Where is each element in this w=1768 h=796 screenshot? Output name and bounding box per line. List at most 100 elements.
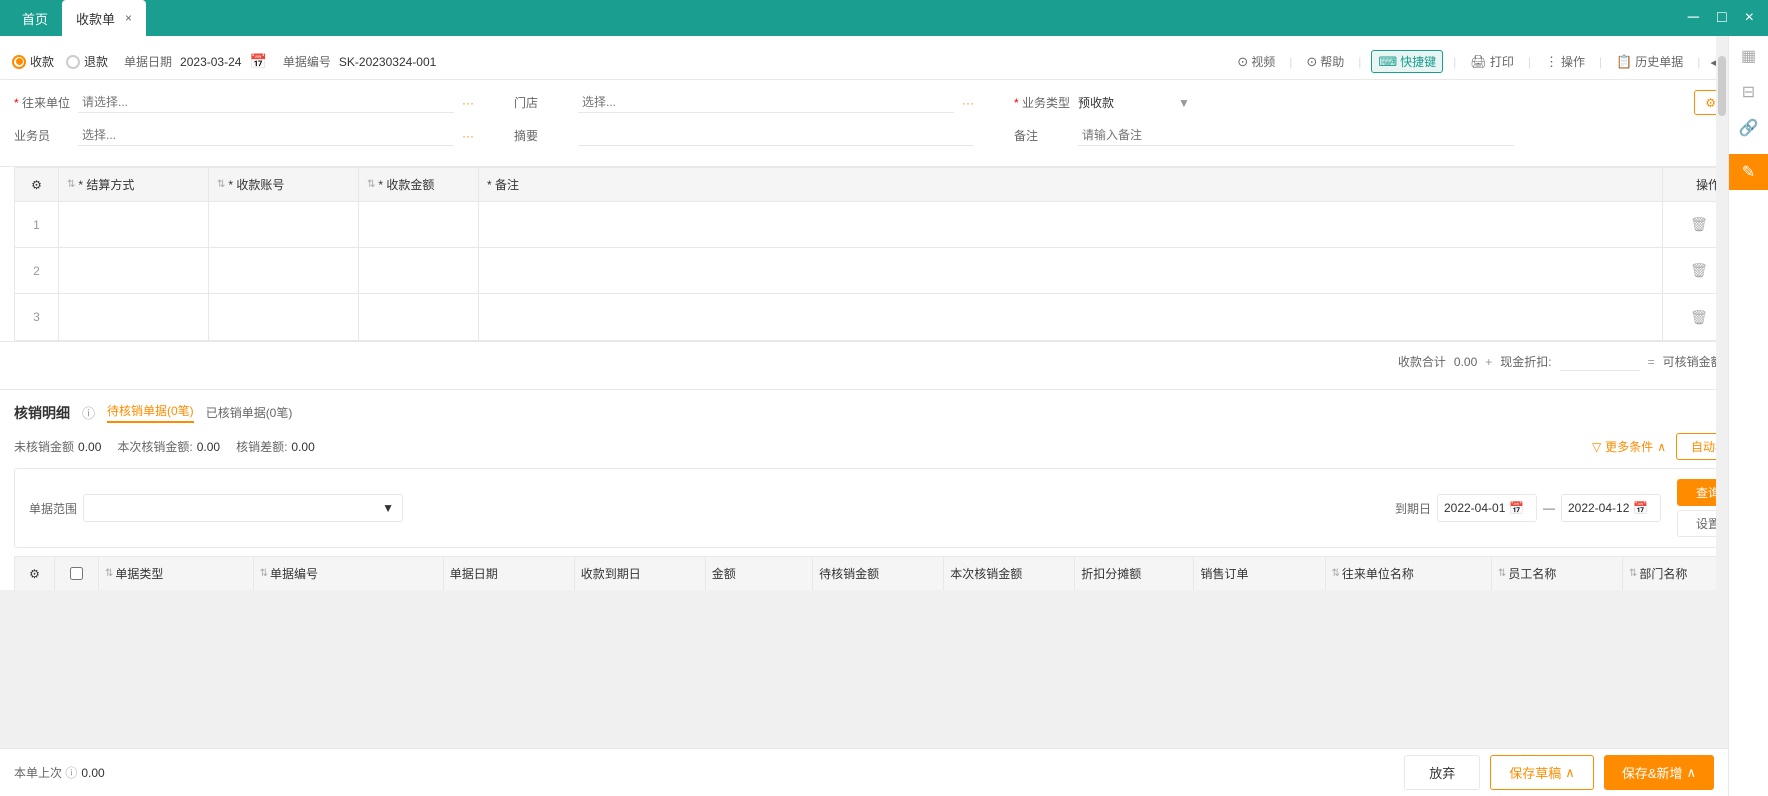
delete-icon-2[interactable]: 🗑 (1690, 262, 1708, 279)
help-icon: ⊙ (1306, 54, 1317, 70)
staff-more-icon[interactable]: ··· (462, 129, 474, 143)
filter-icon: ▽ (1592, 440, 1601, 454)
td-amount-1[interactable] (359, 202, 479, 247)
video-btn[interactable]: ⊙ 视频 (1233, 51, 1279, 72)
due-label: 到期日 (1395, 500, 1431, 517)
td-settle-1[interactable] (59, 202, 209, 247)
history-btn[interactable]: 📋 历史单据 (1612, 51, 1687, 72)
diff-label: 核销差额: (236, 438, 287, 455)
print-icon: 🖨 (1470, 54, 1487, 70)
filter-row: 单据范围 ▼ 到期日 2022-04-01 📅 — 2022-04-12 📅 (14, 468, 1754, 548)
biz-type-arrow-icon[interactable]: ▼ (1178, 96, 1190, 110)
operation-btn[interactable]: ⋮ 操作 (1541, 51, 1589, 72)
partner-label: * 往来单位 (14, 94, 74, 111)
refund-radio-dot (66, 55, 80, 69)
vth-check[interactable] (55, 557, 99, 590)
doc-date-info: 单据日期 2023-03-24 📅 (124, 53, 267, 70)
print-btn[interactable]: 🖨 打印 (1466, 51, 1518, 72)
discount-input[interactable] (1560, 352, 1640, 371)
toolbar-right-actions: ⊙ 视频 | ⊙ 帮助 | ⌨ 快捷键 | 🖨 打印 | ⋮ 操作 (1233, 50, 1756, 73)
remark-field: 备注 (1014, 125, 1514, 146)
sidebar-edit-icon[interactable]: ✎ (1729, 154, 1768, 190)
verif-title: 核销明细 (14, 403, 70, 423)
window-close-button[interactable]: × (1739, 9, 1760, 27)
doc-num-value: SK-20230324-001 (339, 55, 436, 69)
summary-input[interactable] (578, 125, 974, 146)
td-settle-3[interactable] (59, 294, 209, 340)
th-settings[interactable]: ⚙ (15, 168, 59, 201)
verif-done-tab[interactable]: 已核销单据(0笔) (206, 404, 293, 421)
table-row: 2 🗑 ⧉ (15, 248, 1753, 294)
save-arrow-icon: ∧ (1686, 765, 1696, 781)
draft-btn[interactable]: 保存草稿 ∧ (1490, 755, 1594, 790)
shop-field: 门店 ··· (514, 92, 974, 113)
form-row-1: * 往来单位 ··· 门店 ··· * 业务类型 预收款 ▼ ⚙ 设置 (14, 90, 1754, 115)
scroll-thumb[interactable] (1718, 56, 1726, 116)
maximize-button[interactable]: □ (1711, 9, 1733, 27)
due-date-filter: 到期日 2022-04-01 📅 — 2022-04-12 📅 (1395, 494, 1661, 522)
td-num-1: 1 (15, 202, 59, 247)
refund-radio[interactable]: 退款 (66, 53, 108, 70)
right-sidebar: ▦ ⊟ 🔗 ✎ (1728, 36, 1768, 796)
receipt-radio-label: 收款 (30, 53, 54, 70)
td-account-3[interactable] (209, 294, 359, 340)
shop-input[interactable] (578, 92, 954, 113)
th-amount: ⇅ * 收款金额 (359, 168, 479, 201)
table-row: 1 🗑 ⧉ (15, 202, 1753, 248)
td-account-2[interactable] (209, 248, 359, 293)
abandon-btn[interactable]: 放弃 (1404, 755, 1480, 790)
td-account-1[interactable] (209, 202, 359, 247)
delete-icon-1[interactable]: 🗑 (1690, 216, 1708, 233)
partner-field: * 往来单位 ··· (14, 92, 474, 113)
verif-info-icon[interactable]: ⓘ (82, 403, 95, 422)
td-remark-1[interactable] (479, 202, 1663, 247)
due-end-input[interactable]: 2022-04-12 📅 (1561, 494, 1661, 522)
plus-sign: + (1485, 355, 1492, 369)
td-amount-3[interactable] (359, 294, 479, 340)
vth-settings[interactable]: ⚙ (15, 557, 55, 590)
biz-type-value: 预收款 (1078, 94, 1114, 111)
partner-input[interactable] (78, 92, 454, 113)
vth-thistime: 本次核销金额 (944, 557, 1075, 590)
help-btn[interactable]: ⊙ 帮助 (1302, 51, 1348, 72)
more-conditions-btn[interactable]: ▽ 更多条件 ∧ (1592, 438, 1666, 455)
prev-val: 0.00 (81, 766, 104, 780)
doc-num-info: 单据编号 SK-20230324-001 (283, 53, 436, 70)
due-start-input[interactable]: 2022-04-01 📅 (1437, 494, 1537, 522)
td-amount-2[interactable] (359, 248, 479, 293)
td-remark-2[interactable] (479, 248, 1663, 293)
partner-more-icon[interactable]: ··· (462, 96, 474, 110)
biz-type-field: * 业务类型 预收款 ▼ (1014, 94, 1414, 111)
sidebar-link-icon[interactable]: 🔗 (1739, 118, 1759, 138)
th-account: ⇅ * 收款账号 (209, 168, 359, 201)
this-time-val: 0.00 (197, 440, 220, 454)
history-icon: 📋 (1616, 54, 1632, 70)
save-new-btn[interactable]: 保存&新增 ∧ (1604, 755, 1714, 790)
calendar-icon[interactable]: 📅 (249, 53, 266, 70)
select-all-checkbox[interactable] (70, 567, 83, 580)
scrollbar[interactable] (1716, 36, 1728, 748)
tab-close-icon[interactable]: × (125, 11, 132, 25)
tab-receipt[interactable]: 收款单 × (62, 0, 146, 36)
shop-more-icon[interactable]: ··· (962, 96, 974, 110)
form-area: * 往来单位 ··· 门店 ··· * 业务类型 预收款 ▼ ⚙ 设置 (0, 80, 1768, 167)
doc-num-label: 单据编号 (283, 53, 331, 70)
summary-row: 收款合计 0.00 + 现金折扣: = 可核销金额 0.00 (0, 341, 1768, 381)
td-remark-3[interactable] (479, 294, 1663, 340)
tab-home-label: 首页 (22, 9, 48, 28)
sidebar-data-icon[interactable]: ⊟ (1742, 82, 1755, 102)
shortcut-btn[interactable]: ⌨ 快捷键 (1371, 50, 1443, 73)
minimize-button[interactable]: ─ (1682, 9, 1705, 27)
td-settle-2[interactable] (59, 248, 209, 293)
remark-input[interactable] (1078, 125, 1514, 146)
result-label: 可核销金额 (1663, 353, 1723, 370)
sidebar-table-icon[interactable]: ▦ (1741, 46, 1756, 66)
verif-pending-tab[interactable]: 待核销单据(0笔) (107, 402, 194, 423)
range-select[interactable]: ▼ (83, 494, 403, 522)
tab-home[interactable]: 首页 (8, 0, 62, 36)
range-field: 单据范围 ▼ (29, 494, 1379, 522)
staff-input[interactable] (78, 125, 454, 146)
total-label: 收款合计 (1398, 353, 1446, 370)
receipt-radio[interactable]: 收款 (12, 53, 54, 70)
delete-icon-3[interactable]: 🗑 (1690, 309, 1708, 326)
